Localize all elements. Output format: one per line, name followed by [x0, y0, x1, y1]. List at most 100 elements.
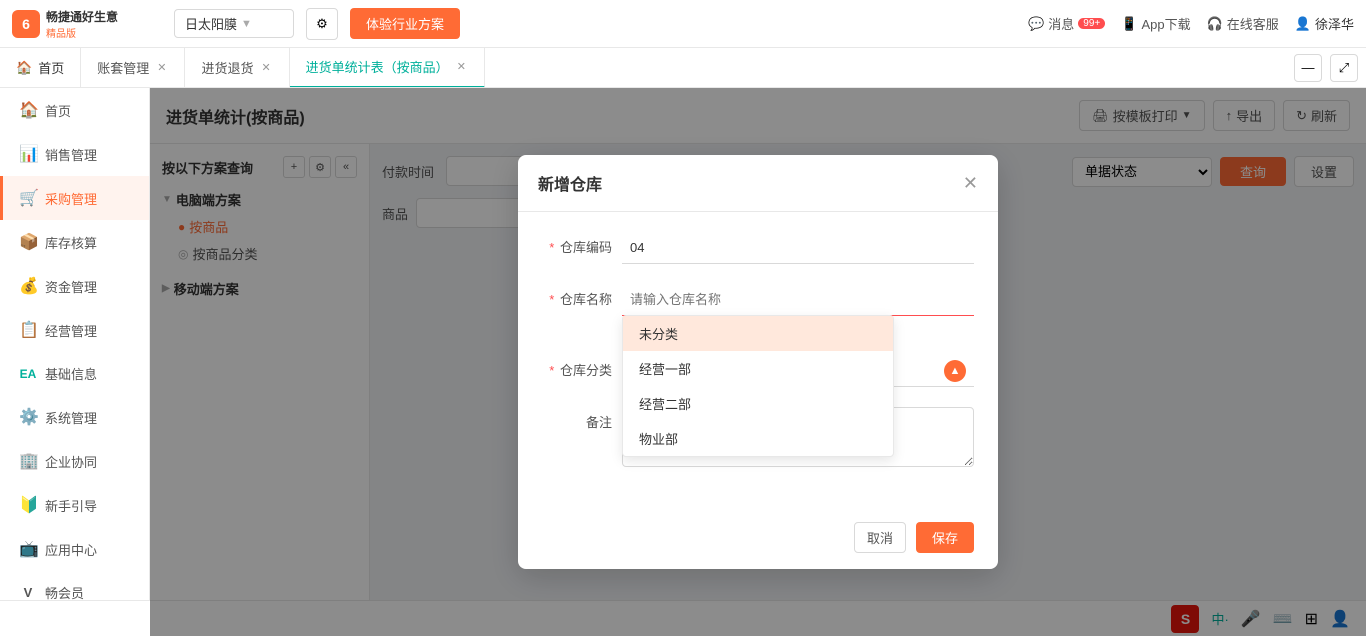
required-star: * [549, 240, 554, 255]
name-label: * 仓库名称 [542, 284, 622, 316]
note-label: 备注 [542, 407, 622, 439]
tab-purchase-return-label: 进货退货 [201, 58, 253, 77]
home-icon: 🏠 [16, 60, 32, 76]
app-download-btn[interactable]: 📱 App下载 [1121, 14, 1190, 33]
sidebar-item-guide-label: 新手引导 [45, 496, 97, 515]
expand-icon: ⤢ [1339, 60, 1349, 76]
tab-bar-right: — ⤢ [1294, 54, 1366, 82]
sidebar-item-home[interactable]: 🏠 首页 [0, 88, 149, 132]
category-label: * 仓库分类 [542, 355, 622, 387]
sidebar-item-finance[interactable]: 💰 资金管理 [0, 264, 149, 308]
sidebar-item-inventory-label: 库存核算 [45, 233, 97, 252]
user-icon: 👤 [1295, 16, 1311, 32]
required-star-name: * [549, 292, 554, 307]
user-profile[interactable]: 👤 徐泽华 [1295, 14, 1354, 33]
code-control [622, 232, 974, 264]
tab-home-label: 首页 [38, 58, 64, 77]
mobile-icon: 📱 [1121, 16, 1137, 32]
try-industry-button[interactable]: 体验行业方案 [350, 8, 460, 39]
sidebar-item-app-center-label: 应用中心 [45, 540, 97, 559]
sidebar-item-system[interactable]: ⚙️ 系统管理 [0, 395, 149, 439]
message-icon: 💬 [1028, 16, 1044, 32]
required-star-cat: * [549, 363, 554, 378]
modal-overlay[interactable]: 新增仓库 ✕ * 仓库编码 [150, 88, 1366, 636]
tab-account[interactable]: 账套管理 ✕ [81, 48, 185, 88]
category-chevron-icon[interactable]: ▲ [944, 360, 966, 382]
tab-home[interactable]: 🏠 首页 [0, 48, 81, 88]
name-input[interactable] [622, 284, 974, 316]
logo-text: 畅捷通好生意 [46, 8, 118, 25]
tab-purchase-stats-close[interactable]: ✕ [455, 60, 468, 73]
chevron-down-icon: ▼ [241, 18, 252, 30]
cancel-button[interactable]: 取消 [854, 522, 906, 553]
basic-info-icon: EA [19, 367, 37, 381]
headphone-icon: 🎧 [1207, 16, 1223, 32]
dropdown-item-2[interactable]: 经营二部 [623, 386, 893, 421]
dialog-footer: 取消 保存 [518, 510, 998, 569]
operations-icon: 📋 [19, 320, 37, 340]
sidebar-item-sales-label: 销售管理 [45, 145, 97, 164]
sidebar-item-guide[interactable]: 🔰 新手引导 [0, 483, 149, 527]
sidebar-item-sales[interactable]: 📊 销售管理 [0, 132, 149, 176]
gear-icon: ⚙ [316, 16, 328, 32]
sidebar-item-purchase[interactable]: 🛒 采购管理 [0, 176, 149, 220]
finance-icon: 💰 [19, 276, 37, 296]
tab-purchase-stats-label: 进货单统计表（按商品） [306, 57, 449, 76]
store-name: 日太阳膜 [185, 14, 237, 33]
tab-purchase-return[interactable]: 进货退货 ✕ [185, 48, 289, 88]
save-button[interactable]: 保存 [916, 522, 974, 553]
page-content: 进货单统计(按商品) 🖨 按模板打印 ▼ ↑ 导出 ↻ 刷新 [150, 88, 1366, 636]
sidebar-item-operations[interactable]: 📋 经营管理 [0, 308, 149, 352]
sidebar-item-system-label: 系统管理 [45, 408, 97, 427]
logo-badge: 精品版 [46, 25, 118, 40]
notification-badge: 99+ [1078, 18, 1105, 29]
sidebar-item-finance-label: 资金管理 [45, 277, 97, 296]
sidebar-item-basic-info-label: 基础信息 [45, 364, 97, 383]
notification-btn[interactable]: 💬 消息 99+ [1028, 14, 1105, 33]
category-dropdown: 未分类 经营一部 经营二部 物业部 [622, 315, 894, 457]
sidebar-item-inventory[interactable]: 📦 库存核算 [0, 220, 149, 264]
sidebar-item-basic-info[interactable]: EA 基础信息 [0, 352, 149, 395]
dropdown-item-3[interactable]: 物业部 [623, 421, 893, 456]
tab-purchase-stats[interactable]: 进货单统计表（按商品） ✕ [290, 48, 485, 88]
dialog-title: 新增仓库 [538, 171, 602, 195]
tab-account-label: 账套管理 [97, 58, 149, 77]
user-name: 徐泽华 [1315, 14, 1354, 33]
tab-purchase-return-close[interactable]: ✕ [259, 61, 272, 74]
store-selector[interactable]: 日太阳膜 ▼ [174, 9, 294, 38]
app-label: App下载 [1141, 14, 1190, 33]
tab-expand-btn[interactable]: ⤢ [1330, 54, 1358, 82]
app-center-icon: 📺 [19, 539, 37, 559]
dropdown-item-1[interactable]: 经营一部 [623, 351, 893, 386]
tab-account-close[interactable]: ✕ [155, 61, 168, 74]
dropdown-item-0[interactable]: 未分类 [623, 316, 893, 351]
settings-button[interactable]: ⚙ [306, 8, 338, 40]
dialog-close-button[interactable]: ✕ [963, 174, 978, 192]
form-row-code: * 仓库编码 [542, 232, 974, 264]
service-label: 在线客服 [1227, 14, 1279, 33]
logo-area: 6 畅捷通好生意 精品版 [12, 8, 162, 40]
sidebar: 🏠 首页 📊 销售管理 🛒 采购管理 📦 库存核算 💰 资金管理 📋 经营管理 … [0, 88, 150, 636]
sidebar-item-operations-label: 经营管理 [45, 321, 97, 340]
code-label: * 仓库编码 [542, 232, 622, 264]
minus-icon: — [1302, 60, 1315, 75]
header-right: 💬 消息 99+ 📱 App下载 🎧 在线客服 👤 徐泽华 [1028, 14, 1354, 33]
online-service-btn[interactable]: 🎧 在线客服 [1207, 14, 1279, 33]
main-layout: 🏠 首页 📊 销售管理 🛒 采购管理 📦 库存核算 💰 资金管理 📋 经营管理 … [0, 88, 1366, 636]
sidebar-item-enterprise-label: 企业协同 [45, 452, 97, 471]
code-input[interactable] [622, 232, 974, 264]
sidebar-item-enterprise[interactable]: 🏢 企业协同 [0, 439, 149, 483]
dialog-header: 新增仓库 ✕ [518, 155, 998, 212]
system-icon: ⚙️ [19, 407, 37, 427]
notification-label: 消息 [1048, 14, 1074, 33]
sidebar-item-app-center[interactable]: 📺 应用中心 [0, 527, 149, 571]
inventory-icon: 📦 [19, 232, 37, 252]
tab-bar: 🏠 首页 账套管理 ✕ 进货退货 ✕ 进货单统计表（按商品） ✕ — ⤢ [0, 48, 1366, 88]
sidebar-item-home-label: 首页 [45, 101, 71, 120]
tab-minimize-btn[interactable]: — [1294, 54, 1322, 82]
purchase-icon: 🛒 [19, 188, 37, 208]
add-warehouse-dialog: 新增仓库 ✕ * 仓库编码 [518, 155, 998, 569]
top-header: 6 畅捷通好生意 精品版 日太阳膜 ▼ ⚙ 体验行业方案 💬 消息 99+ 📱 … [0, 0, 1366, 48]
sales-icon: 📊 [19, 144, 37, 164]
home-icon: 🏠 [19, 100, 37, 120]
